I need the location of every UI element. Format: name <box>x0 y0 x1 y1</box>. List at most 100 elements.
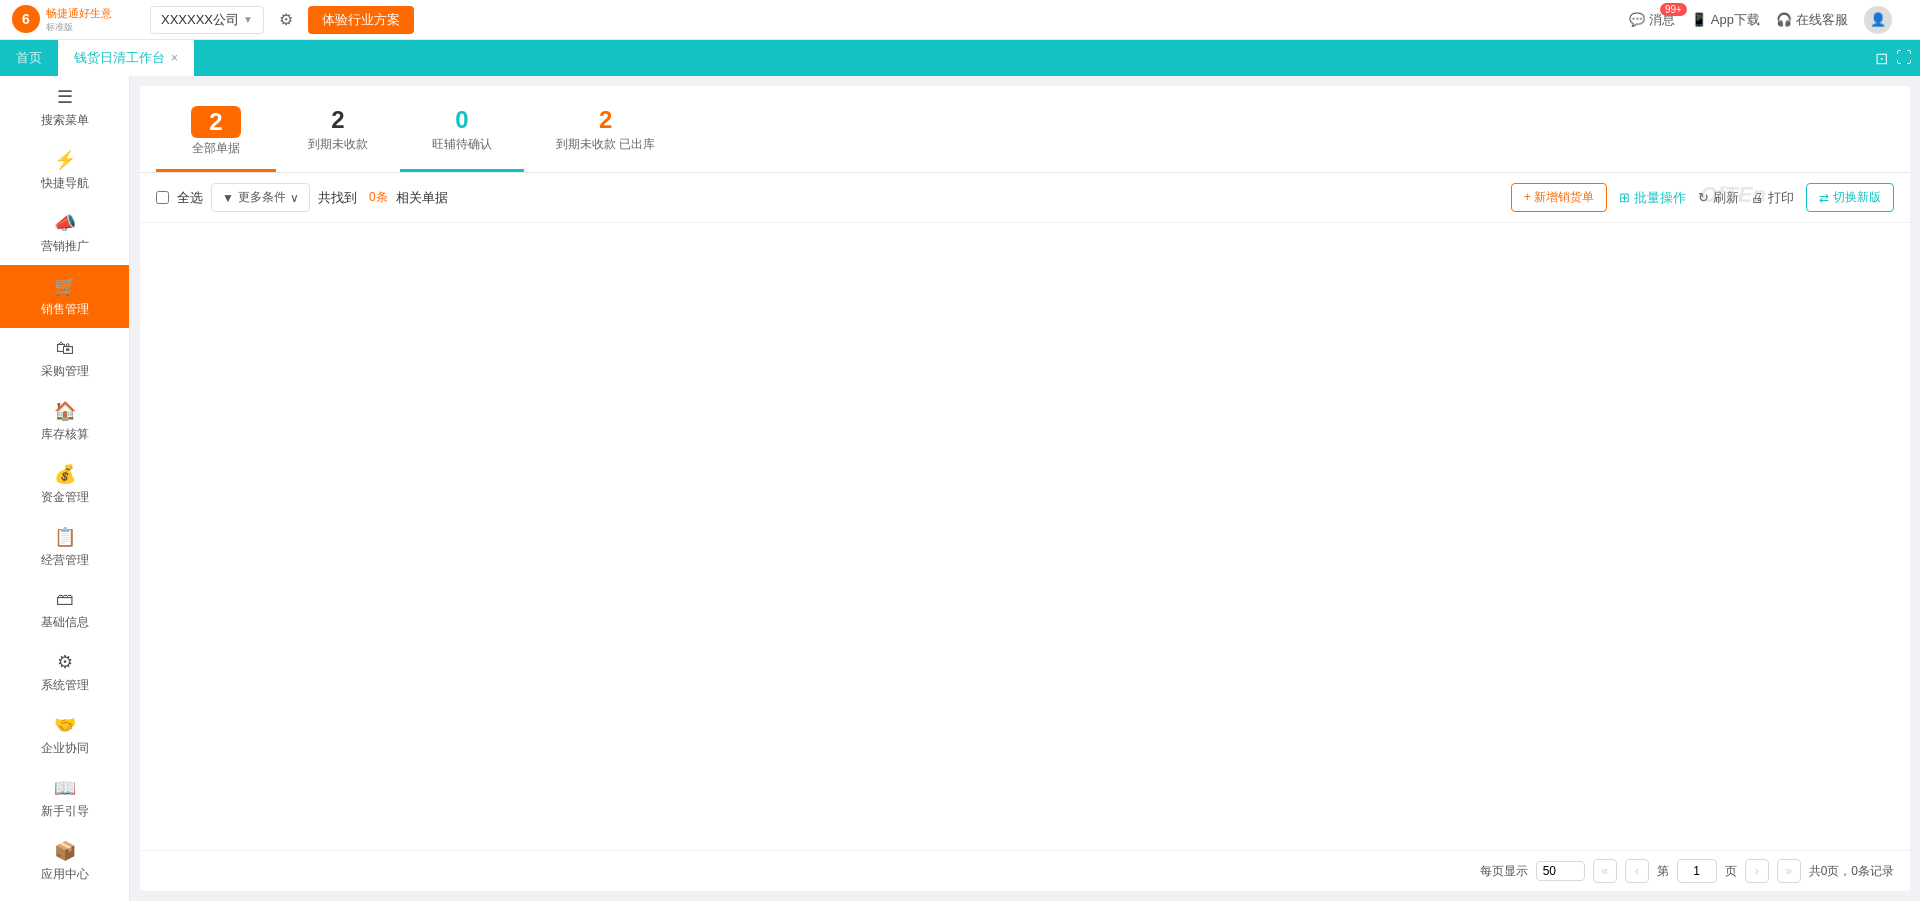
sidebar-item-label-quicknav: 快捷导航 <box>41 175 89 192</box>
per-page-label: 每页显示 <box>1480 863 1528 880</box>
sidebar-item-inventory[interactable]: 🏠 库存核算 <box>0 390 129 453</box>
logo-area: 6 畅捷通好生意 标准版 <box>12 5 142 33</box>
enterprise-icon: 🤝 <box>54 714 76 736</box>
page-prefix-label: 第 <box>1657 863 1669 880</box>
sidebar-item-sales[interactable]: 🛒 销售管理 <box>0 265 129 328</box>
quicknav-icon: ⚡ <box>54 149 76 171</box>
sidebar-item-label-sales: 销售管理 <box>41 301 89 318</box>
tab-home[interactable]: 首页 <box>0 40 58 76</box>
refresh-button[interactable]: ↻ 刷新 <box>1698 189 1739 207</box>
tab-close-icon[interactable]: × <box>171 51 178 65</box>
switch-label: 切换新版 <box>1833 189 1881 206</box>
batch-ops-icon: ⊞ <box>1619 190 1630 205</box>
tab-label-all: 全部单据 <box>192 140 240 157</box>
sidebar-item-weixin[interactable]: 💬 企业微信 <box>0 893 129 901</box>
headset-icon: 🎧 <box>1776 12 1792 27</box>
sidebar-item-purchase[interactable]: 🛍 采购管理 <box>0 328 129 390</box>
refresh-icon: ↻ <box>1698 190 1709 205</box>
trial-button[interactable]: 体验行业方案 <box>308 6 414 34</box>
summary-tab-all[interactable]: 2 全部单据 <box>156 98 276 172</box>
sidebar-item-enterprise[interactable]: 🤝 企业协同 <box>0 704 129 767</box>
page-number-input[interactable] <box>1677 859 1717 883</box>
sidebar-item-label-apps: 应用中心 <box>41 866 89 883</box>
more-conditions-btn[interactable]: ▼ 更多条件 ∨ <box>211 183 310 212</box>
logo-name: 畅捷通好生意 <box>46 7 112 19</box>
sidebar-item-finance[interactable]: 💰 资金管理 <box>0 453 129 516</box>
summary-tab-overdue[interactable]: 2 到期未收款 <box>276 98 400 172</box>
sidebar-item-label-system: 系统管理 <box>41 677 89 694</box>
print-icon: 🖨 <box>1751 190 1764 205</box>
company-selector[interactable]: XXXXXX公司 ▼ <box>150 6 264 34</box>
basic-info-icon: 🗃 <box>56 589 74 610</box>
tab-count-all: 2 <box>191 106 240 138</box>
next-page-btn[interactable]: › <box>1745 859 1769 883</box>
last-page-btn[interactable]: » <box>1777 859 1801 883</box>
online-service-item[interactable]: 🎧 在线客服 <box>1776 11 1848 29</box>
summary-tab-overdue-shipped[interactable]: 2 到期未收款 已出库 <box>524 98 687 172</box>
summary-tabs: 2 全部单据 2 到期未收款 0 旺辅待确认 2 到期未收款 已出库 <box>140 86 1910 173</box>
avatar[interactable]: 👤 <box>1864 6 1892 34</box>
print-button[interactable]: 🖨 打印 <box>1751 189 1794 207</box>
chevron-down-icon: ∨ <box>290 191 299 205</box>
sidebar-item-label-basic-info: 基础信息 <box>41 614 89 631</box>
system-icon: ⚙ <box>57 651 73 673</box>
sidebar-item-system[interactable]: ⚙ 系统管理 <box>0 641 129 704</box>
guide-icon: 📖 <box>54 777 76 799</box>
batch-ops-button[interactable]: ⊞ 批量操作 <box>1619 189 1686 207</box>
sidebar-item-marketing[interactable]: 📣 营销推广 <box>0 202 129 265</box>
phone-icon: 📱 <box>1691 12 1707 27</box>
table-area <box>140 223 1910 850</box>
tab-bar-right: ⊡ ⛶ <box>1875 49 1920 68</box>
sidebar-item-quicknav[interactable]: ⚡ 快捷导航 <box>0 139 129 202</box>
switch-new-version-button[interactable]: ⇄ 切换新版 <box>1806 183 1894 212</box>
select-all-checkbox[interactable] <box>156 191 169 204</box>
inventory-icon: 🏠 <box>54 400 76 422</box>
logo-badge: 标准版 <box>46 21 112 34</box>
found-suffix: 相关单据 <box>396 189 448 207</box>
sidebar-item-guide[interactable]: 📖 新手引导 <box>0 767 129 830</box>
toolbar: 全选 ▼ 更多条件 ∨ 共找到 0条 相关单据 + 新增销货单 ⊞ 批量操作 <box>140 173 1910 223</box>
tab-count-wangfu: 0 <box>455 106 468 134</box>
operation-icon: 📋 <box>54 526 76 548</box>
message-badge: 99+ <box>1660 3 1687 16</box>
settings-icon[interactable]: ⚙ <box>272 6 300 34</box>
sidebar-item-search[interactable]: ☰ 搜索菜单 <box>0 76 129 139</box>
prev-page-btn[interactable]: ‹ <box>1625 859 1649 883</box>
toolbar-right: + 新增销货单 ⊞ 批量操作 ↻ 刷新 🖨 打印 ⇄ <box>1511 183 1894 212</box>
summary-tab-wangfu[interactable]: 0 旺辅待确认 <box>400 98 524 172</box>
tab-label-overdue-shipped: 到期未收款 已出库 <box>556 136 655 153</box>
avatar-icon: 👤 <box>1870 12 1886 27</box>
found-prefix: 共找到 <box>318 189 357 207</box>
first-page-btn[interactable]: « <box>1593 859 1617 883</box>
app-download-label: App下载 <box>1711 11 1760 29</box>
sidebar-item-label-operation: 经营管理 <box>41 552 89 569</box>
active-tab-label: 钱货日清工作台 <box>74 49 165 67</box>
tab-count-overdue: 2 <box>331 106 344 134</box>
content-inner: 2 全部单据 2 到期未收款 0 旺辅待确认 2 到期未收款 已出库 <box>140 86 1910 891</box>
new-sales-order-button[interactable]: + 新增销货单 <box>1511 183 1607 212</box>
tab-active[interactable]: 钱货日清工作台 × <box>58 40 194 76</box>
per-page-select[interactable]: 50 100 200 <box>1536 861 1585 881</box>
sidebar-item-basic-info[interactable]: 🗃 基础信息 <box>0 579 129 641</box>
app-download-item[interactable]: 📱 App下载 <box>1691 11 1760 29</box>
logo-icon: 6 <box>12 5 40 33</box>
search-menu-icon: ☰ <box>57 86 73 108</box>
sidebar-item-label-marketing: 营销推广 <box>41 238 89 255</box>
dropdown-arrow-icon: ▼ <box>243 14 253 25</box>
page-suffix-label: 页 <box>1725 863 1737 880</box>
batch-ops-label: 批量操作 <box>1634 189 1686 207</box>
message-icon: 💬 <box>1629 12 1645 27</box>
fullscreen-icon[interactable]: ⛶ <box>1896 49 1912 67</box>
pagination: 每页显示 50 100 200 « ‹ 第 页 › » 共0页，0条记录 <box>140 850 1910 891</box>
purchase-icon: 🛍 <box>56 338 74 359</box>
message-item[interactable]: 💬 消息 99+ <box>1629 11 1675 29</box>
sidebar-item-label-guide: 新手引导 <box>41 803 89 820</box>
sidebar-item-operation[interactable]: 📋 经营管理 <box>0 516 129 579</box>
header-right: 💬 消息 99+ 📱 App下载 🎧 在线客服 👤 <box>1629 6 1908 34</box>
restore-icon[interactable]: ⊡ <box>1875 49 1888 68</box>
company-name: XXXXXX公司 <box>161 11 239 29</box>
found-count: 0条 <box>369 189 388 206</box>
sidebar-item-label-purchase: 采购管理 <box>41 363 89 380</box>
sidebar-item-apps[interactable]: 📦 应用中心 <box>0 830 129 893</box>
sales-icon: 🛒 <box>54 275 76 297</box>
